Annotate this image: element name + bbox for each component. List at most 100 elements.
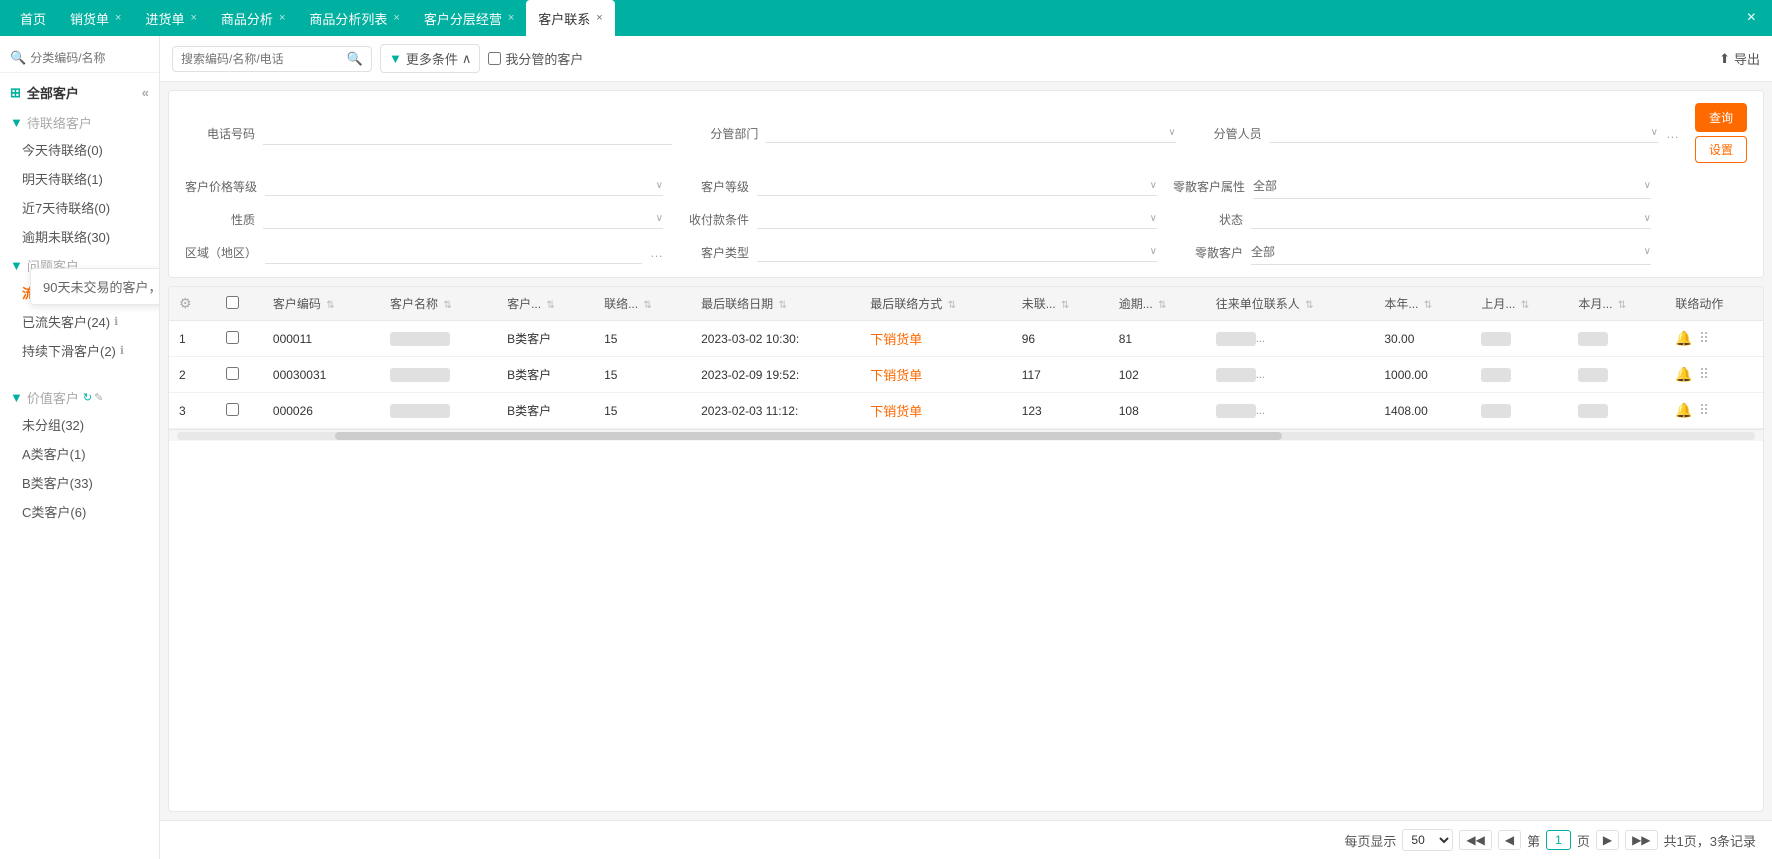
sidebar-collapse-icon[interactable]: « bbox=[142, 85, 149, 100]
search-submit-icon[interactable]: 🔍 bbox=[347, 51, 363, 67]
action-more-icon-0[interactable]: ⠿ bbox=[1699, 330, 1709, 347]
sidebar-item-today-pending[interactable]: 今天待联络(0) bbox=[0, 135, 159, 164]
search-bar[interactable]: 🔍 bbox=[172, 46, 372, 72]
sidebar-item-overdue-pending[interactable]: 逾期未联络(30) bbox=[0, 222, 159, 251]
action-contact-icon-1[interactable]: 🔔 bbox=[1675, 366, 1692, 383]
sort-icon-12[interactable]: ⇅ bbox=[1618, 300, 1626, 311]
sort-icon-2[interactable]: ⇅ bbox=[443, 300, 451, 311]
price-tier-select[interactable]: ∨ bbox=[265, 176, 663, 196]
filter-dept: 分管部门 ∨ bbox=[688, 123, 1175, 143]
sort-icon-4[interactable]: ⇅ bbox=[643, 300, 651, 311]
sidebar-item-a-class[interactable]: A类客户(1) bbox=[0, 439, 159, 468]
per-page-select[interactable]: 50 100 bbox=[1402, 829, 1453, 851]
select-all-checkbox[interactable] bbox=[226, 296, 239, 309]
manager-select[interactable]: ∨ bbox=[1270, 123, 1658, 143]
sort-icon-3[interactable]: ⇅ bbox=[546, 300, 554, 311]
tab-home[interactable]: 首页 bbox=[8, 0, 58, 36]
status-select[interactable]: ∨ bbox=[1251, 209, 1651, 229]
my-customers-checkbox[interactable] bbox=[488, 52, 501, 65]
close-tab-product-analysis[interactable]: × bbox=[279, 12, 285, 24]
region-more-icon[interactable]: … bbox=[650, 245, 663, 260]
action-more-icon-2[interactable]: ⠿ bbox=[1699, 402, 1709, 419]
sidebar-item-ungrouped[interactable]: 未分组(32) bbox=[0, 410, 159, 439]
filter-phone: 电话号码 bbox=[185, 122, 672, 145]
row-customer-type: B类客户 bbox=[497, 357, 594, 393]
sidebar-item-churned[interactable]: 已流失客户(24) ℹ bbox=[0, 307, 159, 336]
tab-purchase-order[interactable]: 进货单 × bbox=[133, 0, 208, 36]
tab-customer-tier[interactable]: 客户分层经营 × bbox=[412, 0, 526, 36]
sort-icon-6[interactable]: ⇅ bbox=[948, 300, 956, 311]
edit-icon[interactable]: ✎ bbox=[94, 391, 103, 404]
sort-icon-8[interactable]: ⇅ bbox=[1158, 300, 1166, 311]
close-tab-purchase[interactable]: × bbox=[190, 12, 196, 24]
payment-select[interactable]: ∨ bbox=[757, 209, 1157, 229]
tab-product-analysis-list[interactable]: 商品分析列表 × bbox=[297, 0, 411, 36]
close-tab-product-list[interactable]: × bbox=[393, 12, 399, 24]
next-page-button[interactable]: ▶ bbox=[1596, 830, 1619, 850]
sidebar-item-7day-pending[interactable]: 近7天待联络(0) bbox=[0, 193, 159, 222]
action-contact-icon-0[interactable]: 🔔 bbox=[1675, 330, 1692, 347]
sort-icon-9[interactable]: ⇅ bbox=[1305, 300, 1313, 311]
my-customers-checkbox-label[interactable]: 我分管的客户 bbox=[488, 49, 583, 68]
first-page-button[interactable]: ◀◀ bbox=[1459, 830, 1491, 850]
nature-select[interactable]: ∨ bbox=[263, 209, 663, 229]
sidebar-item-tomorrow-pending[interactable]: 明天待联络(1) bbox=[0, 164, 159, 193]
search-input[interactable] bbox=[181, 52, 343, 66]
window-close-button[interactable]: × bbox=[1739, 9, 1764, 27]
row-index: 3 bbox=[169, 393, 216, 429]
method-link-2[interactable]: 下销货单 bbox=[870, 404, 922, 419]
current-page: 1 bbox=[1546, 830, 1571, 850]
sort-icon-10[interactable]: ⇅ bbox=[1424, 300, 1432, 311]
horizontal-scrollbar[interactable] bbox=[169, 429, 1763, 441]
sort-icon-5[interactable]: ⇅ bbox=[778, 300, 786, 311]
th-code: 客户编码 ⇅ bbox=[263, 287, 380, 321]
customer-tier-select[interactable]: ∨ bbox=[757, 176, 1157, 196]
row-checkbox-2[interactable] bbox=[226, 403, 239, 416]
close-tab-customer-contact[interactable]: × bbox=[596, 12, 602, 24]
query-button[interactable]: 查询 bbox=[1695, 103, 1747, 132]
region-input[interactable] bbox=[265, 241, 642, 264]
sort-icon[interactable]: ⇅ bbox=[326, 300, 334, 311]
filter-row-1: 电话号码 分管部门 ∨ 分管人员 ∨ … bbox=[185, 103, 1747, 163]
method-link-1[interactable]: 下销货单 bbox=[870, 368, 922, 383]
close-tab-sales[interactable]: × bbox=[115, 12, 121, 24]
sort-icon-7[interactable]: ⇅ bbox=[1061, 300, 1069, 311]
manager-more-icon[interactable]: … bbox=[1666, 126, 1679, 141]
row-contact-count: 15 bbox=[594, 393, 691, 429]
sidebar-group-value[interactable]: ▼ 价值客户 ↻ ✎ bbox=[0, 383, 159, 410]
customer-type-select[interactable]: ∨ bbox=[757, 242, 1157, 262]
tab-customer-contact[interactable]: 客户联系 × bbox=[526, 0, 614, 36]
prev-page-button[interactable]: ◀ bbox=[1498, 830, 1521, 850]
sidebar-item-c-class[interactable]: C类客户(6) bbox=[0, 497, 159, 526]
sort-icon-11[interactable]: ⇅ bbox=[1521, 300, 1529, 311]
retail-attr-select[interactable]: 全部 ∨ bbox=[1253, 173, 1651, 199]
th-action: 联络动作 bbox=[1665, 287, 1763, 321]
scroll-thumb[interactable] bbox=[335, 432, 1282, 440]
filter-retail-customer: 零散客户 全部 ∨ bbox=[1173, 239, 1651, 265]
settings-button[interactable]: 设置 bbox=[1695, 136, 1747, 163]
sidebar-item-declining[interactable]: 持续下滑客户(2) ℹ bbox=[0, 336, 159, 365]
row-checkbox-0[interactable] bbox=[226, 331, 239, 344]
action-more-icon-1[interactable]: ⠿ bbox=[1699, 366, 1709, 383]
retail-customer-select[interactable]: 全部 ∨ bbox=[1251, 239, 1651, 265]
tab-product-analysis[interactable]: 商品分析 × bbox=[209, 0, 297, 36]
dept-select[interactable]: ∨ bbox=[766, 123, 1175, 143]
action-contact-icon-2[interactable]: 🔔 bbox=[1675, 402, 1692, 419]
filter-button[interactable]: ▼ 更多条件 ∧ bbox=[380, 44, 480, 73]
row-last-method: 下销货单 bbox=[860, 393, 1011, 429]
export-button[interactable]: ⬆ 导出 bbox=[1719, 49, 1760, 68]
last-page-button[interactable]: ▶▶ bbox=[1625, 830, 1657, 850]
tab-sales-order[interactable]: 销货单 × bbox=[58, 0, 133, 36]
sidebar-group-pending[interactable]: ▼ 待联络客户 bbox=[0, 108, 159, 135]
sidebar-search-input[interactable] bbox=[30, 51, 149, 65]
close-tab-customer-tier[interactable]: × bbox=[508, 12, 514, 24]
sidebar-item-b-class[interactable]: B类客户(33) bbox=[0, 468, 159, 497]
refresh-icon[interactable]: ↻ bbox=[83, 391, 92, 404]
sidebar-search-bar[interactable]: 🔍 bbox=[0, 44, 159, 73]
table-row: 3 000026 B类客户 15 2023-02-03 11:12: 下销货单 … bbox=[169, 393, 1763, 429]
table-settings-icon[interactable]: ⚙ bbox=[179, 295, 192, 311]
row-checkbox-1[interactable] bbox=[226, 367, 239, 380]
method-link-0[interactable]: 下销货单 bbox=[870, 332, 922, 347]
phone-input[interactable] bbox=[263, 122, 672, 145]
sidebar-root[interactable]: ⊞ 全部客户 « bbox=[0, 77, 159, 108]
